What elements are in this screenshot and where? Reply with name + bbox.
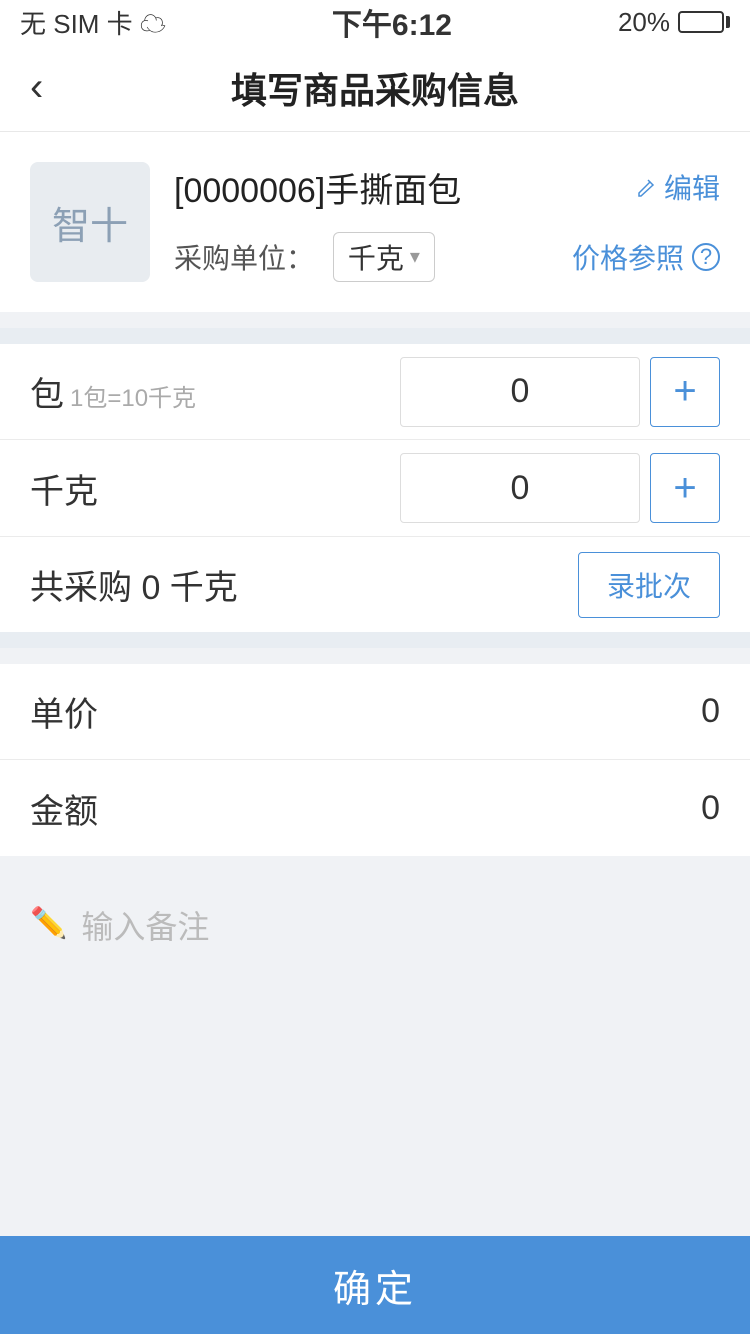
pencil-icon: ✏️: [30, 906, 67, 941]
battery-icon: [678, 11, 730, 33]
bag-label: 包1包=10千克: [30, 367, 196, 416]
section-divider-1: [0, 328, 750, 344]
bag-sublabel: 1包=10千克: [70, 385, 196, 412]
chevron-down-icon: ▾: [410, 244, 420, 269]
product-name-row: [0000006]手撕面包 编辑: [174, 163, 720, 212]
unit-select[interactable]: 千克 ▾: [333, 232, 435, 282]
edit-icon: [636, 176, 658, 198]
kg-plus-button[interactable]: +: [650, 453, 720, 523]
amount-label: 金额: [30, 784, 98, 833]
page-title: 填写商品采购信息: [231, 62, 519, 114]
status-bar: 无 SIM 卡 ☁ 下午6:12 20%: [0, 0, 750, 44]
batch-button[interactable]: 录批次: [578, 552, 720, 618]
status-left: 无 SIM 卡 ☁: [20, 4, 166, 41]
amount-row: 金额 0: [0, 760, 750, 856]
back-button[interactable]: ‹: [30, 65, 43, 110]
status-time: 下午6:12: [332, 0, 452, 44]
bag-quantity-input[interactable]: [400, 357, 640, 427]
status-battery-pct: 20%: [618, 7, 670, 38]
remark-placeholder: 输入备注: [81, 902, 209, 948]
price-ref-label: 价格参照: [572, 237, 684, 277]
section-divider-2: [0, 632, 750, 648]
kg-input-row: 千克 +: [0, 440, 750, 536]
unit-label: 采购单位：: [174, 243, 314, 274]
product-unit-row: 采购单位： 千克 ▾ 价格参照 ?: [174, 232, 720, 282]
nav-bar: ‹ 填写商品采购信息: [0, 44, 750, 132]
bag-plus-button[interactable]: +: [650, 357, 720, 427]
unit-price-label: 单价: [30, 687, 98, 736]
confirm-button[interactable]: 确定: [0, 1236, 750, 1334]
bag-input-row: 包1包=10千克 +: [0, 344, 750, 440]
amount-value: 0: [701, 789, 720, 828]
edit-link[interactable]: 编辑: [636, 167, 720, 207]
status-right: 20%: [618, 7, 730, 38]
edit-label: 编辑: [664, 167, 720, 207]
kg-label: 千克: [30, 464, 190, 513]
total-row: 共采购 0 千克 录批次: [0, 536, 750, 632]
product-image: 智十: [30, 162, 150, 282]
total-label: 共采购 0 千克: [30, 560, 238, 609]
product-info: [0000006]手撕面包 编辑 采购单位： 千克 ▾: [174, 163, 720, 282]
remark-section[interactable]: ✏️ 输入备注: [0, 872, 750, 992]
unit-price-value: 0: [701, 692, 720, 731]
unit-selector[interactable]: 采购单位： 千克 ▾: [174, 232, 435, 282]
unit-value: 千克: [348, 237, 404, 277]
price-section: 单价 0 金额 0: [0, 664, 750, 856]
quantity-section: 包1包=10千克 + 千克 +: [0, 344, 750, 536]
product-name: [0000006]手撕面包: [174, 163, 461, 212]
product-logo: 智十: [52, 195, 128, 250]
product-card: 智十 [0000006]手撕面包 编辑 采购单位： 千克 ▾: [0, 132, 750, 312]
kg-quantity-input[interactable]: [400, 453, 640, 523]
unit-price-row: 单价 0: [0, 664, 750, 760]
bottom-spacer: [0, 992, 750, 1192]
help-icon: ?: [692, 243, 720, 271]
price-ref-button[interactable]: 价格参照 ?: [572, 237, 720, 277]
